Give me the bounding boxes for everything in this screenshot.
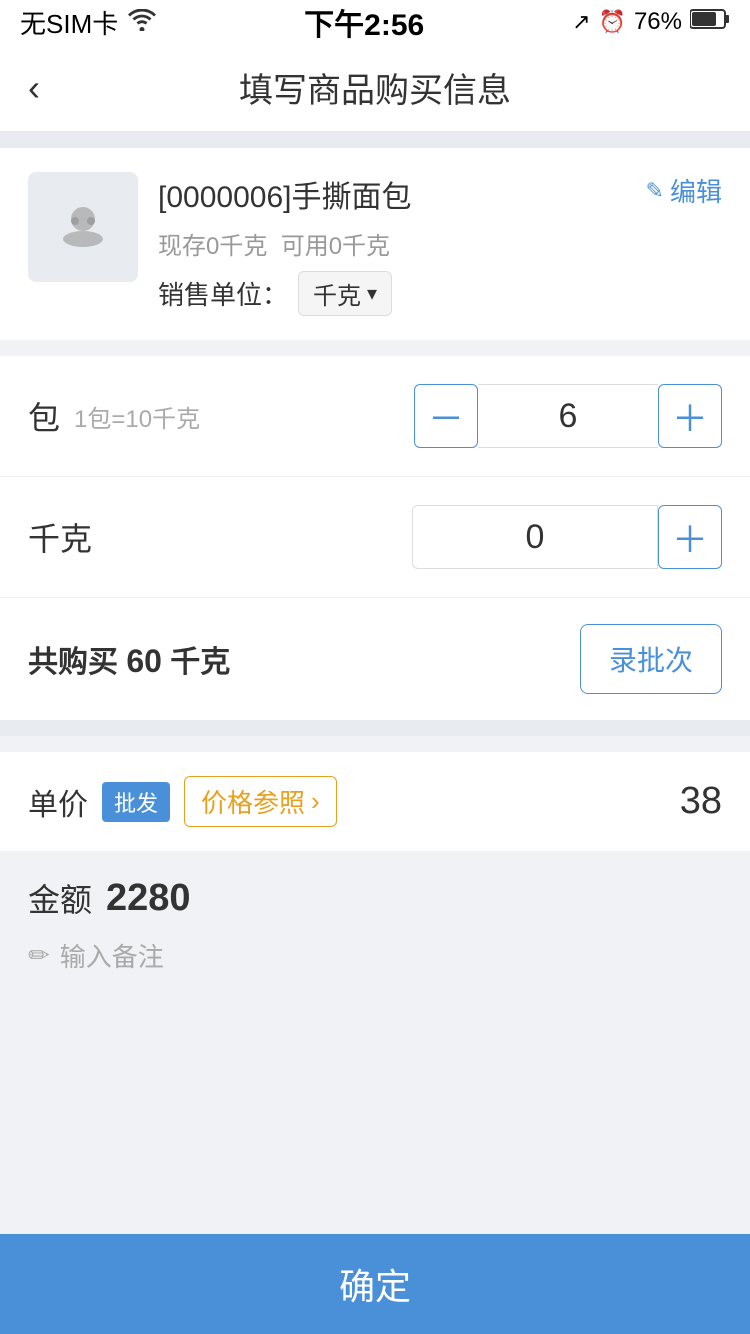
remark-placeholder: 输入备注 <box>60 937 164 974</box>
batch-button[interactable]: 录批次 <box>580 624 722 694</box>
nav-bar: ‹ 填写商品购买信息 <box>0 44 750 132</box>
divider-top <box>0 132 750 148</box>
status-carrier: 无SIM卡 <box>20 4 156 41</box>
pack-hint: 1包=10千克 <box>74 399 414 434</box>
spacer <box>0 984 750 1234</box>
price-row: 单价 批发 价格参照 › 38 <box>28 776 722 827</box>
price-value: 38 <box>680 780 722 823</box>
wifi-icon <box>128 7 156 38</box>
price-badge: 批发 <box>102 782 170 822</box>
confirm-button[interactable]: 确定 <box>0 1234 750 1334</box>
status-time: 下午2:56 <box>304 0 424 44</box>
status-indicators: ↗ ⏰ 76% <box>572 8 730 37</box>
product-thumbnail <box>28 172 138 282</box>
location-icon: ↗ <box>572 9 590 35</box>
back-button[interactable]: ‹ <box>28 67 40 109</box>
pack-input[interactable] <box>478 384 658 448</box>
product-info: [0000006]手撕面包 现存0千克 可用0千克 销售单位： 千克 ▾ <box>158 172 722 316</box>
amount-label: 金额 <box>28 875 92 921</box>
pencil-icon: ✏ <box>28 940 50 971</box>
alarm-icon: ⏰ <box>599 9 626 35</box>
pack-row: 包 1包=10千克 － ＋ <box>0 356 750 477</box>
chevron-right-icon: › <box>311 786 320 817</box>
price-label: 单价 <box>28 780 88 824</box>
amount-value: 2280 <box>106 877 191 920</box>
chevron-down-icon: ▾ <box>367 281 377 306</box>
carrier-text: 无SIM卡 <box>20 4 118 41</box>
amount-row: 金额 2280 <box>28 875 722 921</box>
quantity-section: 包 1包=10千克 － ＋ 千克 ＋ 共购买 60 千克 录批次 <box>0 356 750 720</box>
kg-plus-button[interactable]: ＋ <box>658 505 722 569</box>
pack-controls: － ＋ <box>414 384 722 448</box>
amount-section: 金额 2280 ✏ 输入备注 <box>0 851 750 984</box>
kg-label: 千克 <box>28 514 92 560</box>
product-name: [0000006]手撕面包 <box>158 172 722 216</box>
price-ref-button[interactable]: 价格参照 › <box>184 776 337 827</box>
remark-row[interactable]: ✏ 输入备注 <box>28 937 722 974</box>
pack-plus-button[interactable]: ＋ <box>658 384 722 448</box>
battery-icon <box>690 8 730 37</box>
kg-row: 千克 ＋ <box>0 477 750 598</box>
page-title: 填写商品购买信息 <box>239 63 511 112</box>
pack-label: 包 <box>28 393 60 439</box>
summary-row: 共购买 60 千克 录批次 <box>0 598 750 720</box>
kg-controls: ＋ <box>412 505 722 569</box>
product-stock: 现存0千克 可用0千克 <box>158 226 722 261</box>
unit-badge[interactable]: 千克 ▾ <box>298 271 392 316</box>
edit-icon: ✎ <box>646 178 664 204</box>
product-unit: 销售单位： 千克 ▾ <box>158 271 722 316</box>
price-section: 单价 批发 价格参照 › 38 <box>0 752 750 851</box>
divider-mid <box>0 720 750 736</box>
status-bar: 无SIM卡 下午2:56 ↗ ⏰ 76% <box>0 0 750 44</box>
edit-button[interactable]: ✎ 编辑 <box>646 172 722 209</box>
summary-text: 共购买 60 千克 <box>28 637 580 681</box>
pack-minus-button[interactable]: － <box>414 384 478 448</box>
product-card: [0000006]手撕面包 现存0千克 可用0千克 销售单位： 千克 ▾ ✎ 编… <box>0 148 750 340</box>
battery-text: 76% <box>634 8 682 36</box>
kg-input[interactable] <box>412 505 658 569</box>
